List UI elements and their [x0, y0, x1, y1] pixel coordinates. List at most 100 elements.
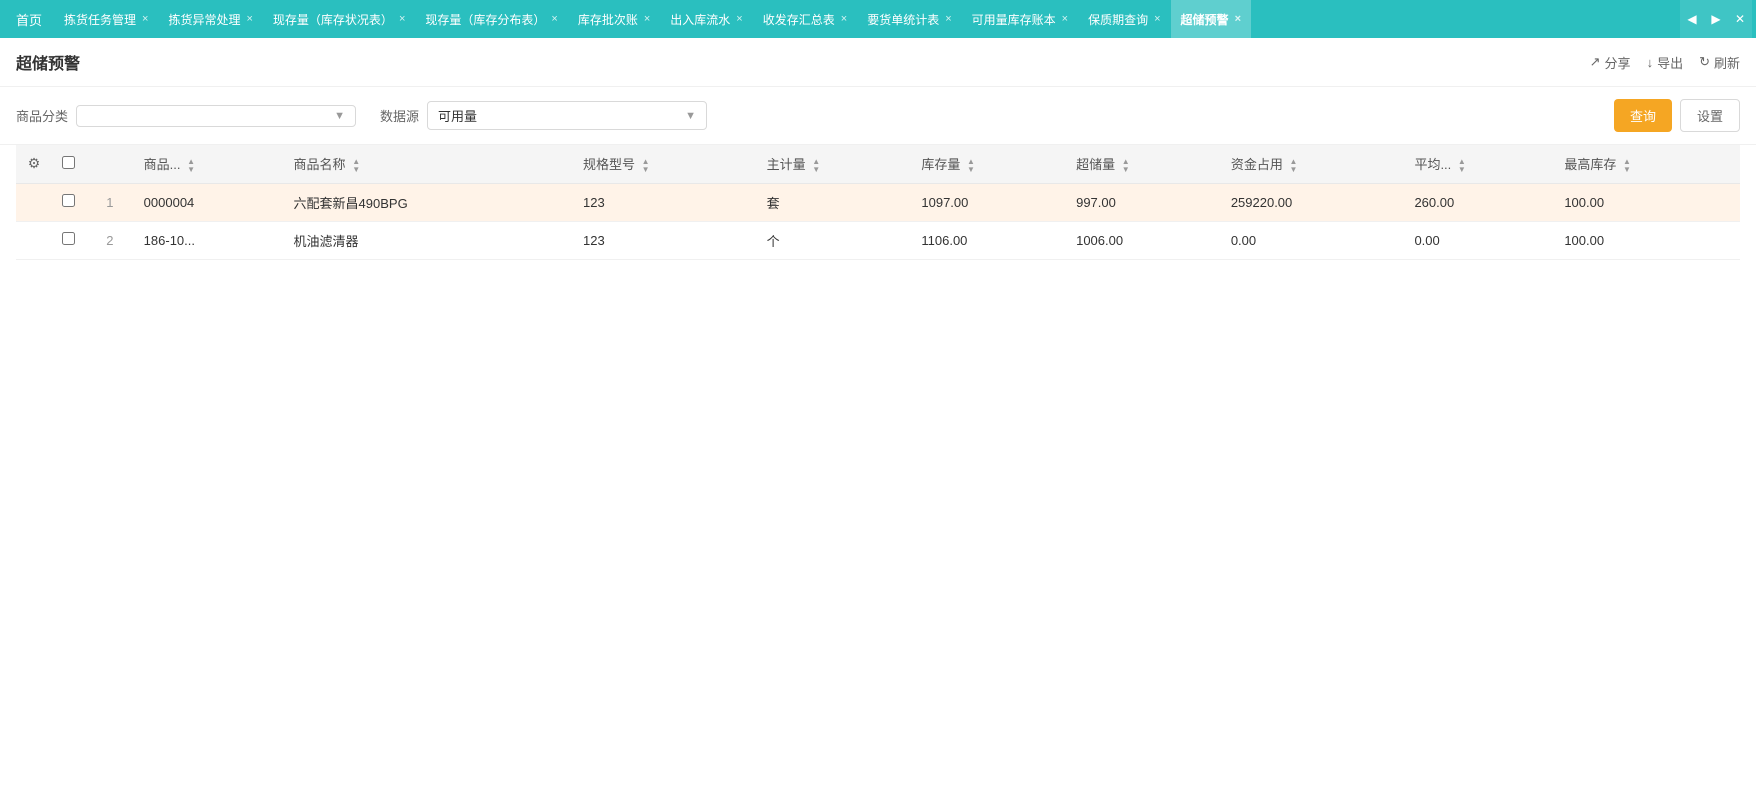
export-label: 导出 — [1657, 53, 1683, 72]
share-button[interactable]: ↗ 分享 — [1590, 53, 1631, 72]
sort-icon-capital[interactable]: ▲▼ — [1289, 158, 1297, 174]
nav-tab-2[interactable]: 拣货异常处理 × — [158, 0, 262, 38]
datasource-filter-label: 数据源 — [380, 106, 419, 125]
nav-tab-close-3[interactable]: × — [399, 13, 405, 25]
nav-tab-6[interactable]: 出入库流水 × — [660, 0, 752, 38]
refresh-button[interactable]: ↻ 刷新 — [1699, 53, 1740, 72]
row-goods-code: 186-10... — [136, 221, 286, 259]
share-label: 分享 — [1605, 53, 1631, 72]
nav-tab-8[interactable]: 要货单统计表 × — [857, 0, 961, 38]
nav-tab-label-1: 拣货任务管理 — [64, 11, 136, 28]
nav-tab-label-11: 超储预警 — [1181, 11, 1229, 28]
col-row-num — [84, 145, 136, 183]
row-checkbox[interactable] — [62, 194, 75, 207]
top-nav: 首页 拣货任务管理 × 拣货异常处理 × 现存量（库存状况表） × 现存量（库存… — [0, 0, 1756, 38]
col-over-header: 超储量 ▲▼ — [1068, 145, 1223, 183]
nav-tab-4[interactable]: 现存量（库存分布表） × — [415, 0, 567, 38]
datasource-chevron-down-icon: ▼ — [685, 110, 696, 122]
row-max-stock: 100.00 — [1556, 183, 1740, 221]
col-spec-header: 规格型号 ▲▼ — [575, 145, 759, 183]
col-spec-label: 规格型号 — [583, 157, 635, 172]
nav-tab-7[interactable]: 收发存汇总表 × — [753, 0, 857, 38]
row-goods-code: 0000004 — [136, 183, 286, 221]
nav-tab-1[interactable]: 拣货任务管理 × — [54, 0, 158, 38]
nav-tab-close-9[interactable]: × — [1062, 13, 1068, 25]
col-over-label: 超储量 — [1076, 157, 1115, 172]
nav-tab-11[interactable]: 超储预警 × — [1171, 0, 1251, 38]
nav-tab-label-9: 可用量库存账本 — [972, 11, 1056, 28]
row-gear-cell — [16, 183, 52, 221]
nav-tab-label-5: 库存批次账 — [578, 11, 638, 28]
row-checkbox-cell — [52, 183, 84, 221]
sort-icon-over[interactable]: ▲▼ — [1122, 158, 1130, 174]
nav-next-button[interactable]: ▶ — [1704, 0, 1728, 38]
select-all-checkbox[interactable] — [62, 156, 75, 169]
datasource-select-value: 可用量 — [438, 106, 477, 125]
nav-tab-close-4[interactable]: × — [551, 13, 557, 25]
sort-icon-spec[interactable]: ▲▼ — [642, 158, 650, 174]
col-capital-header: 资金占用 ▲▼ — [1223, 145, 1407, 183]
nav-tab-close-1[interactable]: × — [142, 13, 148, 25]
col-checkbox — [52, 145, 84, 183]
nav-tab-10[interactable]: 保质期查询 × — [1078, 0, 1170, 38]
row-over: 997.00 — [1068, 183, 1223, 221]
row-number: 1 — [84, 183, 136, 221]
row-unit: 个 — [759, 221, 914, 259]
settings-button[interactable]: 设置 — [1680, 99, 1740, 132]
category-chevron-down-icon: ▼ — [334, 110, 345, 122]
data-table: ⚙ 商品... ▲▼ 商品名称 ▲▼ 规格型号 ▲▼ — [16, 145, 1740, 260]
col-max-header: 最高库存 ▲▼ — [1556, 145, 1740, 183]
table-row: 2 186-10... 机油滤清器 123 个 1106.00 1006.00 … — [16, 221, 1740, 259]
row-spec: 123 — [575, 221, 759, 259]
export-button[interactable]: ↓ 导出 — [1647, 53, 1684, 72]
category-select[interactable]: ▼ — [76, 105, 356, 127]
nav-tab-close-7[interactable]: × — [841, 13, 847, 25]
row-capital: 0.00 — [1223, 221, 1407, 259]
row-avg: 0.00 — [1406, 221, 1556, 259]
nav-tab-close-11[interactable]: × — [1235, 13, 1241, 25]
col-goods-code-label: 商品... — [144, 157, 181, 172]
row-unit: 套 — [759, 183, 914, 221]
export-icon: ↓ — [1647, 55, 1654, 70]
sort-icon-goods-name[interactable]: ▲▼ — [352, 158, 360, 174]
sort-icon-max[interactable]: ▲▼ — [1623, 158, 1631, 174]
nav-tab-close-5[interactable]: × — [644, 13, 650, 25]
refresh-icon: ↻ — [1699, 54, 1710, 70]
nav-arrows: ◀ ▶ ✕ — [1680, 0, 1752, 38]
col-stock-label: 库存量 — [921, 157, 960, 172]
datasource-filter: 数据源 可用量 ▼ — [380, 101, 707, 130]
filter-bar: 商品分类 ▼ 数据源 可用量 ▼ 查询 设置 — [0, 87, 1756, 145]
filter-actions: 查询 设置 — [1614, 99, 1740, 132]
nav-tab-label-6: 出入库流水 — [670, 11, 730, 28]
category-filter: 商品分类 ▼ — [16, 105, 356, 127]
nav-tab-5[interactable]: 库存批次账 × — [568, 0, 660, 38]
nav-prev-button[interactable]: ◀ — [1680, 0, 1704, 38]
nav-tab-close-10[interactable]: × — [1154, 13, 1160, 25]
nav-close-button[interactable]: ✕ — [1728, 0, 1752, 38]
nav-tab-label-2: 拣货异常处理 — [168, 11, 240, 28]
nav-tab-close-8[interactable]: × — [945, 13, 951, 25]
row-gear-cell — [16, 221, 52, 259]
row-checkbox[interactable] — [62, 232, 75, 245]
nav-tab-close-2[interactable]: × — [246, 13, 252, 25]
header-actions: ↗ 分享 ↓ 导出 ↻ 刷新 — [1590, 53, 1740, 72]
sort-icon-avg[interactable]: ▲▼ — [1458, 158, 1466, 174]
nav-tab-label-7: 收发存汇总表 — [763, 11, 835, 28]
table-row: 1 0000004 六配套新昌490BPG 123 套 1097.00 997.… — [16, 183, 1740, 221]
table-settings-icon[interactable]: ⚙ — [28, 155, 41, 171]
nav-tab-3[interactable]: 现存量（库存状况表） × — [263, 0, 415, 38]
sort-icon-unit[interactable]: ▲▼ — [812, 158, 820, 174]
col-capital-label: 资金占用 — [1231, 157, 1283, 172]
sort-icon-goods-code[interactable]: ▲▼ — [187, 158, 195, 174]
sort-icon-stock[interactable]: ▲▼ — [967, 158, 975, 174]
nav-home[interactable]: 首页 — [4, 10, 54, 29]
col-avg-header: 平均... ▲▼ — [1406, 145, 1556, 183]
table-header-row: ⚙ 商品... ▲▼ 商品名称 ▲▼ 规格型号 ▲▼ — [16, 145, 1740, 183]
nav-tab-9[interactable]: 可用量库存账本 × — [962, 0, 1078, 38]
row-capital: 259220.00 — [1223, 183, 1407, 221]
query-button[interactable]: 查询 — [1614, 99, 1672, 132]
datasource-select[interactable]: 可用量 ▼ — [427, 101, 707, 130]
col-unit-header: 主计量 ▲▼ — [759, 145, 914, 183]
nav-tab-close-6[interactable]: × — [736, 13, 742, 25]
category-filter-label: 商品分类 — [16, 106, 68, 125]
